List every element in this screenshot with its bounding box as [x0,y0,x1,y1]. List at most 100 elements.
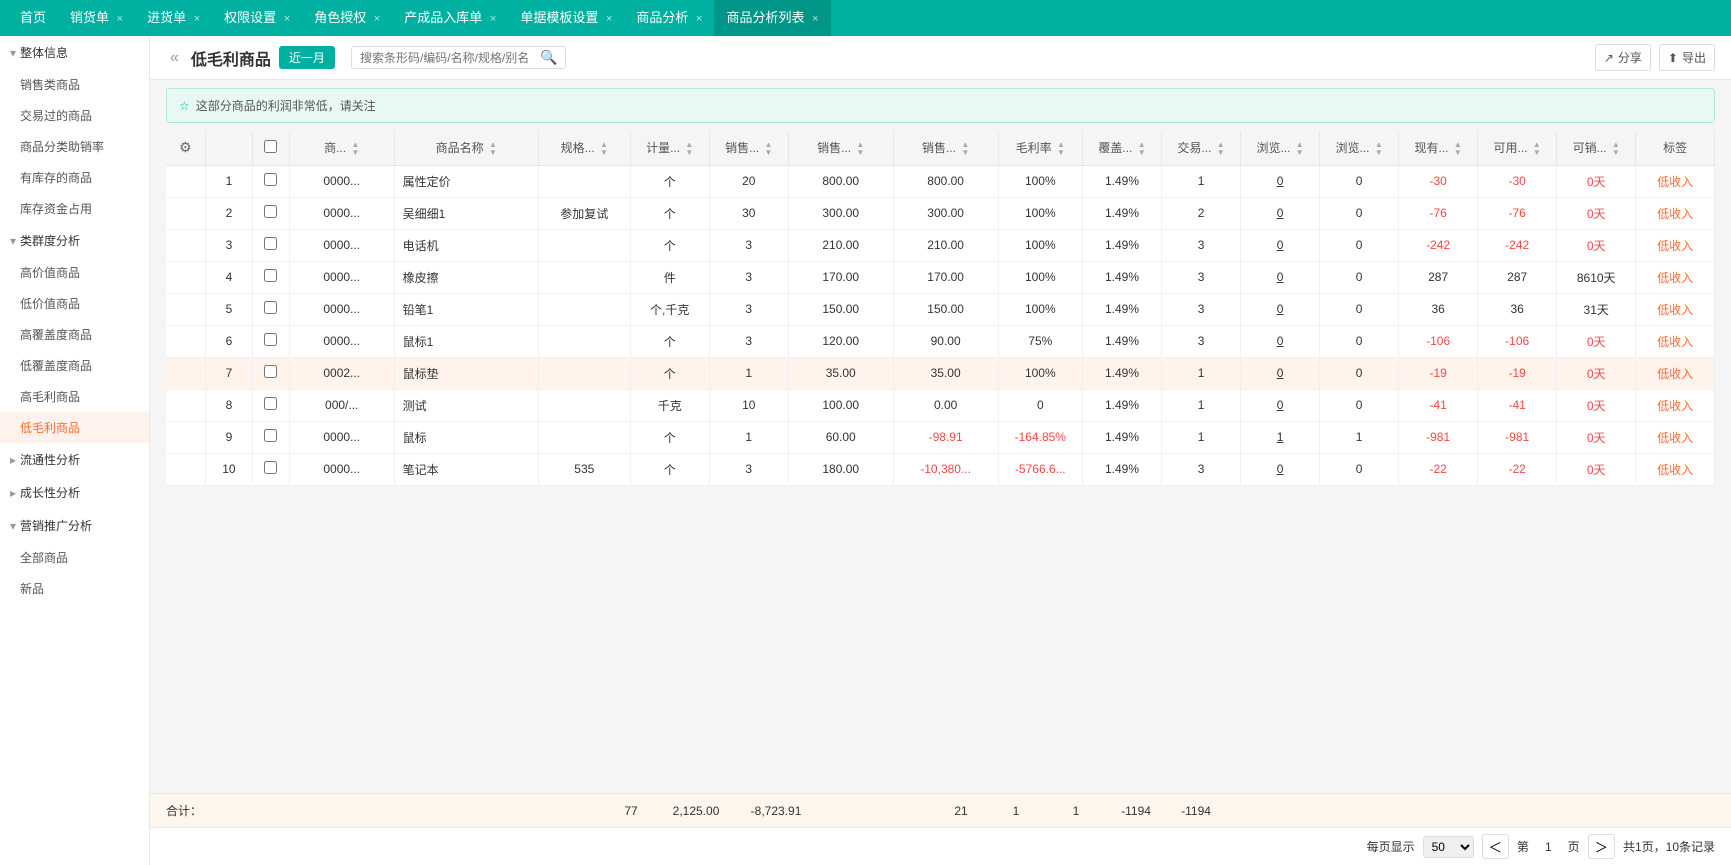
sidebar-item-low-coverage[interactable]: 低覆盖度商品 [0,350,149,381]
available-stock-column-header[interactable]: 可用... ▲▼ [1478,131,1557,165]
select-all-checkbox[interactable] [264,140,277,153]
row-name[interactable]: 铅笔1 [394,293,538,325]
nav-product-analysis-list[interactable]: 商品分析列表 × [714,0,830,36]
share-button[interactable]: ↗ 分享 [1595,44,1651,71]
row-check[interactable] [253,165,290,197]
check-column-header[interactable] [253,131,290,165]
sidebar-group-growth[interactable]: ▸成长性分析 [0,476,149,509]
sidebar-item-new-goods[interactable]: 新品 [0,573,149,604]
row-check[interactable] [253,453,290,485]
nav-sales-order[interactable]: 销货单 × [58,0,135,36]
sellable-days-column-header[interactable]: 可销... ▲▼ [1557,131,1636,165]
row-check[interactable] [253,357,290,389]
sidebar-group-overview[interactable]: ▾整体信息 [0,36,149,69]
profit-rate-column-header[interactable]: 毛利率 ▲▼ [998,131,1082,165]
nav-role-auth[interactable]: 角色授权 × [302,0,392,36]
row-check[interactable] [253,325,290,357]
row-checkbox[interactable] [264,429,277,442]
row-checkbox[interactable] [264,301,277,314]
row-name[interactable]: 笔记本 [394,453,538,485]
nav-product-inbound[interactable]: 产成品入库单 × [392,0,508,36]
view1-link[interactable]: 1 [1277,430,1284,444]
row-view1[interactable]: 0 [1241,293,1320,325]
row-check[interactable] [253,293,290,325]
current-stock-column-header[interactable]: 现有... ▲▼ [1399,131,1478,165]
view1-link[interactable]: 0 [1277,398,1284,412]
sidebar-item-high-coverage[interactable]: 高覆盖度商品 [0,319,149,350]
row-checkbox[interactable] [264,269,277,282]
view1-link[interactable]: 0 [1277,366,1284,380]
view1-link[interactable]: 0 [1277,462,1284,476]
browse2-column-header[interactable]: 浏览... ▲▼ [1320,131,1399,165]
close-icon[interactable]: × [490,13,496,25]
sidebar-item-high-value[interactable]: 高价值商品 [0,257,149,288]
code-column-header[interactable]: 商... ▲▼ [289,131,394,165]
row-view1[interactable]: 0 [1241,389,1320,421]
row-view1[interactable]: 0 [1241,453,1320,485]
spec-column-header[interactable]: 规格... ▲▼ [538,131,630,165]
row-view1[interactable]: 0 [1241,261,1320,293]
sidebar-item-stocked-goods[interactable]: 有库存的商品 [0,162,149,193]
row-check[interactable] [253,261,290,293]
close-icon[interactable]: × [374,13,380,25]
date-filter-button[interactable]: 近一月 [279,46,335,69]
view1-link[interactable]: 0 [1277,206,1284,220]
sidebar-item-high-margin[interactable]: 高毛利商品 [0,381,149,412]
sidebar-item-traded-goods[interactable]: 交易过的商品 [0,100,149,131]
settings-icon[interactable]: ⚙ [179,139,192,155]
nav-product-analysis[interactable]: 商品分析 × [624,0,714,36]
sidebar-item-sales-goods[interactable]: 销售类商品 [0,69,149,100]
row-view1[interactable]: 0 [1241,229,1320,261]
close-icon[interactable]: × [117,13,123,25]
row-checkbox[interactable] [264,461,277,474]
close-icon[interactable]: × [194,13,200,25]
next-page-button[interactable]: ＞ [1588,834,1615,859]
prev-page-button[interactable]: ＜ [1482,834,1509,859]
coverage-column-header[interactable]: 覆盖... ▲▼ [1083,131,1162,165]
row-view1[interactable]: 0 [1241,165,1320,197]
view1-link[interactable]: 0 [1277,334,1284,348]
row-view1[interactable]: 0 [1241,197,1320,229]
row-checkbox[interactable] [264,397,277,410]
sidebar-group-cluster[interactable]: ▾类群度分析 [0,224,149,257]
sidebar-item-low-margin[interactable]: 低毛利商品 [0,412,149,443]
row-view1[interactable]: 0 [1241,325,1320,357]
close-icon[interactable]: × [284,13,290,25]
row-name[interactable]: 鼠标1 [394,325,538,357]
nav-permission-settings[interactable]: 权限设置 × [212,0,302,36]
sales-amt-column-header[interactable]: 销售... ▲▼ [788,131,893,165]
row-check[interactable] [253,389,290,421]
search-input[interactable] [360,51,540,65]
view1-link[interactable]: 0 [1277,270,1284,284]
row-name[interactable]: 鼠标 [394,421,538,453]
view1-link[interactable]: 0 [1277,238,1284,252]
row-check[interactable] [253,197,290,229]
nav-home[interactable]: 首页 [8,0,58,36]
sales-profit-column-header[interactable]: 销售... ▲▼ [893,131,998,165]
close-icon[interactable]: × [696,13,702,25]
sidebar-group-circulation[interactable]: ▸流通性分析 [0,443,149,476]
browse1-column-header[interactable]: 浏览... ▲▼ [1241,131,1320,165]
row-checkbox[interactable] [264,205,277,218]
row-name[interactable]: 橡皮擦 [394,261,538,293]
row-name[interactable]: 测试 [394,389,538,421]
row-name[interactable]: 电话机 [394,229,538,261]
view1-link[interactable]: 0 [1277,174,1284,188]
name-column-header[interactable]: 商品名称 ▲▼ [394,131,538,165]
row-checkbox[interactable] [264,333,277,346]
export-button[interactable]: ⬆ 导出 [1659,44,1715,71]
row-name[interactable]: 属性定价 [394,165,538,197]
sidebar-item-all-goods[interactable]: 全部商品 [0,542,149,573]
row-name[interactable]: 吴细细1 [394,197,538,229]
view1-link[interactable]: 0 [1277,302,1284,316]
row-check[interactable] [253,229,290,261]
sales-qty-column-header[interactable]: 销售... ▲▼ [709,131,788,165]
sidebar-group-marketing[interactable]: ▾营销推广分析 [0,509,149,542]
sidebar-item-category-rate[interactable]: 商品分类助销率 [0,131,149,162]
row-view1[interactable]: 1 [1241,421,1320,453]
settings-column-header[interactable]: ⚙ [166,131,205,165]
row-checkbox[interactable] [264,237,277,250]
close-icon[interactable]: × [812,13,818,25]
search-icon[interactable]: 🔍 [540,49,557,66]
unit-column-header[interactable]: 计量... ▲▼ [630,131,709,165]
